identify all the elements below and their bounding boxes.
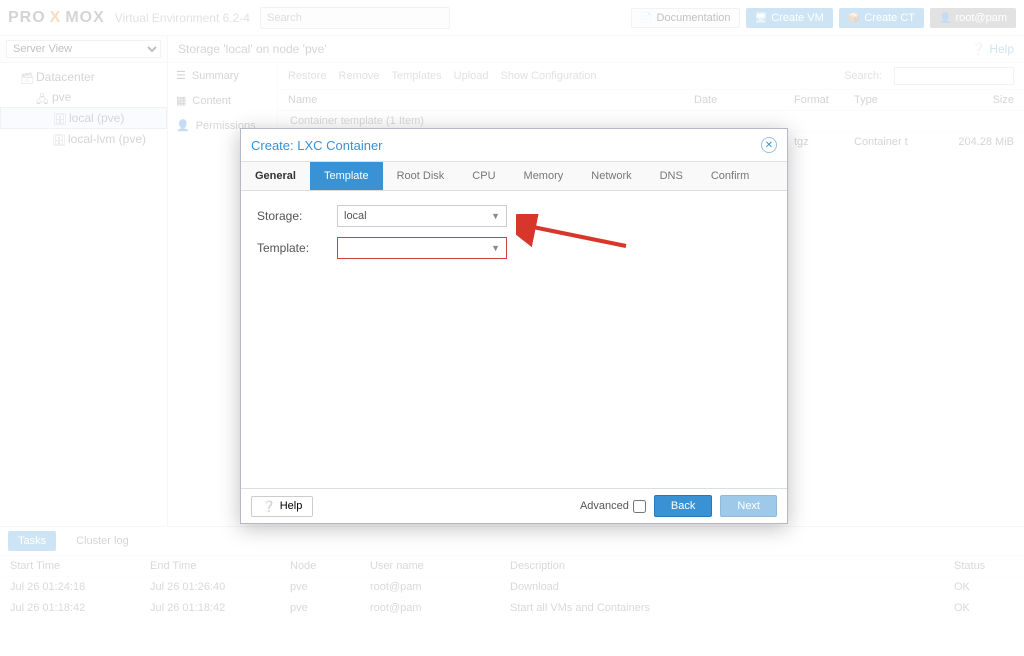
nav-summary[interactable]: Summary bbox=[168, 63, 277, 88]
advanced-toggle[interactable]: Advanced bbox=[580, 500, 646, 513]
storage-icon bbox=[53, 112, 65, 124]
col-size[interactable]: Size bbox=[934, 94, 1014, 106]
nav-content[interactable]: Content bbox=[168, 88, 277, 113]
col-format[interactable]: Format bbox=[794, 94, 854, 106]
log-row[interactable]: Jul 26 01:24:18 Jul 26 01:26:40 pve root… bbox=[0, 577, 1024, 598]
tree-datacenter[interactable]: Datacenter bbox=[0, 67, 167, 87]
view-selector[interactable]: Server View bbox=[0, 36, 167, 63]
doc-icon bbox=[640, 12, 652, 24]
mtab-network[interactable]: Network bbox=[577, 162, 645, 190]
lh-desc[interactable]: Description bbox=[510, 560, 954, 572]
server-tree-sidebar: Server View Datacenter pve local (pve) l… bbox=[0, 36, 168, 526]
tree-storage-local-lvm[interactable]: local-lvm (pve) bbox=[0, 129, 167, 149]
back-button[interactable]: Back bbox=[654, 495, 712, 517]
create-lxc-modal: Create: LXC Container ✕ General Template… bbox=[240, 128, 788, 524]
documentation-button[interactable]: Documentation bbox=[631, 8, 739, 28]
mtab-template[interactable]: Template bbox=[310, 162, 383, 190]
summary-icon bbox=[176, 69, 186, 82]
modal-close-button[interactable]: ✕ bbox=[761, 137, 777, 153]
tb-templates[interactable]: Templates bbox=[392, 70, 442, 82]
col-type[interactable]: Type bbox=[854, 94, 934, 106]
topbar: PROXMOX Virtual Environment 6.2-4 Docume… bbox=[0, 0, 1024, 36]
log-row[interactable]: Jul 26 01:18:42 Jul 26 01:18:42 pve root… bbox=[0, 598, 1024, 619]
brand-x: X bbox=[50, 9, 62, 27]
logo: PROXMOX bbox=[8, 9, 105, 27]
create-vm-button[interactable]: Create VM bbox=[746, 8, 833, 28]
permissions-icon bbox=[176, 119, 190, 132]
template-combo[interactable]: ▼ bbox=[337, 237, 507, 259]
tree-storage-local[interactable]: local (pve) bbox=[0, 107, 167, 129]
ve-label: Virtual Environment 6.2-4 bbox=[115, 11, 250, 25]
content-title: Storage 'local' on node 'pve' bbox=[178, 42, 327, 56]
user-icon bbox=[939, 12, 951, 24]
lh-end[interactable]: End Time bbox=[150, 560, 290, 572]
create-ct-button[interactable]: Create CT bbox=[839, 8, 924, 28]
task-log: Tasks Cluster log Start Time End Time No… bbox=[0, 526, 1024, 656]
brand-post: MOX bbox=[65, 9, 104, 27]
mtab-general[interactable]: General bbox=[241, 162, 310, 190]
datacenter-icon bbox=[20, 71, 32, 83]
lh-node[interactable]: Node bbox=[290, 560, 370, 572]
storage-value: local bbox=[344, 210, 367, 222]
tb-remove[interactable]: Remove bbox=[339, 70, 380, 82]
lh-user[interactable]: User name bbox=[370, 560, 510, 572]
col-name[interactable]: Name bbox=[288, 94, 694, 106]
user-menu-button[interactable]: root@pam bbox=[930, 8, 1016, 28]
mtab-confirm[interactable]: Confirm bbox=[697, 162, 764, 190]
mtab-dns[interactable]: DNS bbox=[646, 162, 697, 190]
chevron-down-icon: ▼ bbox=[491, 243, 500, 253]
grid-search-input[interactable] bbox=[894, 67, 1014, 85]
tab-tasks[interactable]: Tasks bbox=[8, 531, 56, 551]
tb-search-label: Search: bbox=[844, 70, 882, 82]
storage-combo[interactable]: local ▼ bbox=[337, 205, 507, 227]
template-label: Template: bbox=[257, 241, 337, 255]
help-link[interactable]: ❔ Help bbox=[971, 42, 1014, 56]
monitor-icon bbox=[755, 12, 768, 24]
storage-icon bbox=[52, 133, 64, 145]
chevron-down-icon: ▼ bbox=[491, 211, 500, 221]
lh-status[interactable]: Status bbox=[954, 560, 1014, 572]
tb-showcfg[interactable]: Show Configuration bbox=[501, 70, 597, 82]
tb-restore[interactable]: Restore bbox=[288, 70, 327, 82]
lh-start[interactable]: Start Time bbox=[10, 560, 150, 572]
next-button[interactable]: Next bbox=[720, 495, 777, 517]
node-icon bbox=[36, 91, 48, 103]
col-date[interactable]: Date bbox=[694, 94, 794, 106]
tb-upload[interactable]: Upload bbox=[454, 70, 489, 82]
mtab-rootdisk[interactable]: Root Disk bbox=[383, 162, 459, 190]
tab-cluster-log[interactable]: Cluster log bbox=[66, 531, 139, 551]
mtab-cpu[interactable]: CPU bbox=[458, 162, 509, 190]
mtab-memory[interactable]: Memory bbox=[510, 162, 578, 190]
modal-tabs: General Template Root Disk CPU Memory Ne… bbox=[241, 162, 787, 191]
advanced-checkbox[interactable] bbox=[633, 500, 646, 513]
cube-icon bbox=[848, 12, 860, 24]
modal-help-button[interactable]: ❔ Help bbox=[251, 496, 313, 517]
tree-node-pve[interactable]: pve bbox=[0, 87, 167, 107]
content-icon bbox=[176, 94, 186, 107]
modal-title: Create: LXC Container bbox=[251, 138, 383, 153]
global-search-input[interactable] bbox=[260, 7, 450, 29]
brand-pre: PRO bbox=[8, 9, 46, 27]
storage-label: Storage: bbox=[257, 209, 337, 223]
view-select[interactable]: Server View bbox=[6, 40, 161, 58]
